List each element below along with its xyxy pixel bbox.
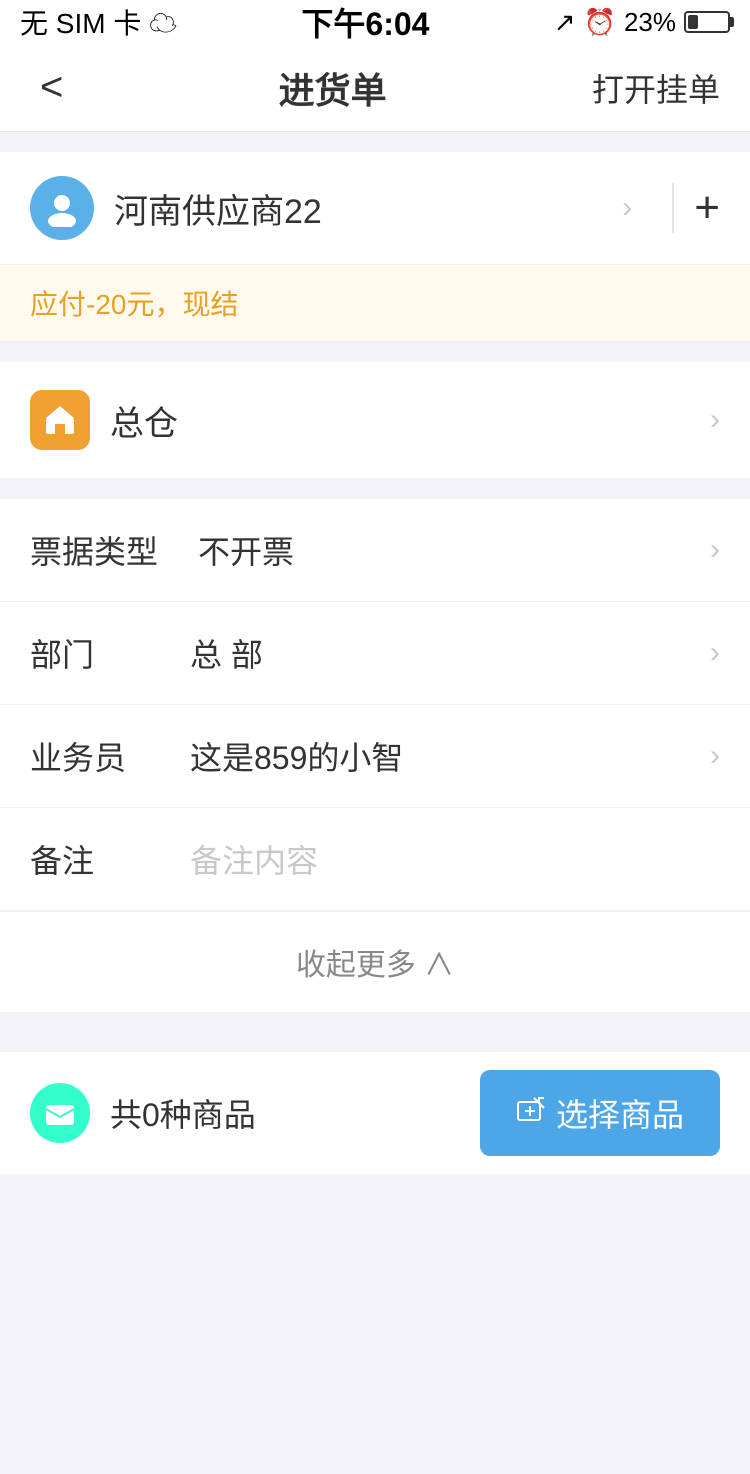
page-title: 进货单 [279, 62, 387, 114]
invoice-chevron-icon: › [710, 533, 720, 567]
product-icon [42, 1095, 78, 1131]
warehouse-icon-bg [30, 390, 90, 450]
remark-row[interactable]: 备注 备注内容 [0, 808, 750, 911]
product-bar: 共0种商品 选择商品 [0, 1052, 750, 1174]
department-row[interactable]: 部门 总 部 › [0, 602, 750, 705]
salesperson-value: 这是859的小智 [150, 733, 710, 779]
section-gap-3 [0, 479, 750, 499]
invoice-label: 票据类型 [30, 527, 158, 573]
department-value: 总 部 [150, 630, 710, 676]
section-gap-1 [0, 132, 750, 152]
alarm-icon: ⏰ [584, 7, 616, 38]
status-time: 下午6:04 [301, 0, 429, 45]
battery-icon [684, 11, 730, 33]
remark-input[interactable]: 备注内容 [150, 836, 720, 882]
status-right: ↗ ⏰ 23% [554, 7, 730, 38]
form-section: 票据类型 不开票 › 部门 总 部 › 业务员 这是859的小智 › 备注 备注… [0, 499, 750, 1012]
status-left: 无 SIM 卡 ☁ [20, 2, 177, 42]
supplier-divider [672, 183, 674, 233]
section-gap-4 [0, 1012, 750, 1032]
supplier-avatar [30, 176, 94, 240]
department-label: 部门 [30, 630, 150, 676]
invoice-value: 不开票 [158, 527, 710, 573]
section-gap-2 [0, 342, 750, 362]
battery-percent: 23% [624, 7, 676, 38]
status-bar: 无 SIM 卡 ☁ 下午6:04 ↗ ⏰ 23% [0, 0, 750, 44]
select-product-label: 选择商品 [556, 1090, 684, 1136]
avatar-icon [43, 189, 81, 227]
invoice-row[interactable]: 票据类型 不开票 › [0, 499, 750, 602]
warehouse-section: 总仓 › [0, 362, 750, 479]
notice-bar: 应付-20元，现结 [0, 265, 750, 342]
warehouse-name: 总仓 [110, 396, 710, 445]
bottom-area [0, 1174, 750, 1474]
select-product-button[interactable]: 选择商品 [480, 1070, 720, 1156]
warehouse-chevron-icon: › [710, 403, 720, 437]
product-count: 共0种商品 [110, 1090, 480, 1136]
signal-text: 无 SIM 卡 ☁ [20, 2, 177, 42]
select-product-icon [516, 1095, 546, 1132]
warehouse-icon [42, 402, 78, 438]
nav-bar: < 进货单 打开挂单 [0, 44, 750, 132]
supplier-row[interactable]: 河南供应商22 › + [0, 152, 750, 265]
salesperson-label: 业务员 [30, 733, 150, 779]
supplier-section: 河南供应商22 › + 应付-20元，现结 [0, 152, 750, 342]
collapse-row[interactable]: 收起更多 ∧ [0, 911, 750, 1012]
back-button[interactable]: < [30, 55, 73, 120]
supplier-name: 河南供应商22 [114, 184, 622, 233]
remark-label: 备注 [30, 836, 150, 882]
salesperson-chevron-icon: › [710, 739, 720, 773]
open-pending-button[interactable]: 打开挂单 [592, 65, 720, 111]
salesperson-row[interactable]: 业务员 这是859的小智 › [0, 705, 750, 808]
product-icon-bg [30, 1083, 90, 1143]
warehouse-row[interactable]: 总仓 › [0, 362, 750, 479]
location-icon: ↗ [554, 7, 576, 38]
supplier-chevron-icon: › [622, 191, 632, 225]
add-supplier-button[interactable]: + [694, 186, 720, 230]
department-chevron-icon: › [710, 636, 720, 670]
